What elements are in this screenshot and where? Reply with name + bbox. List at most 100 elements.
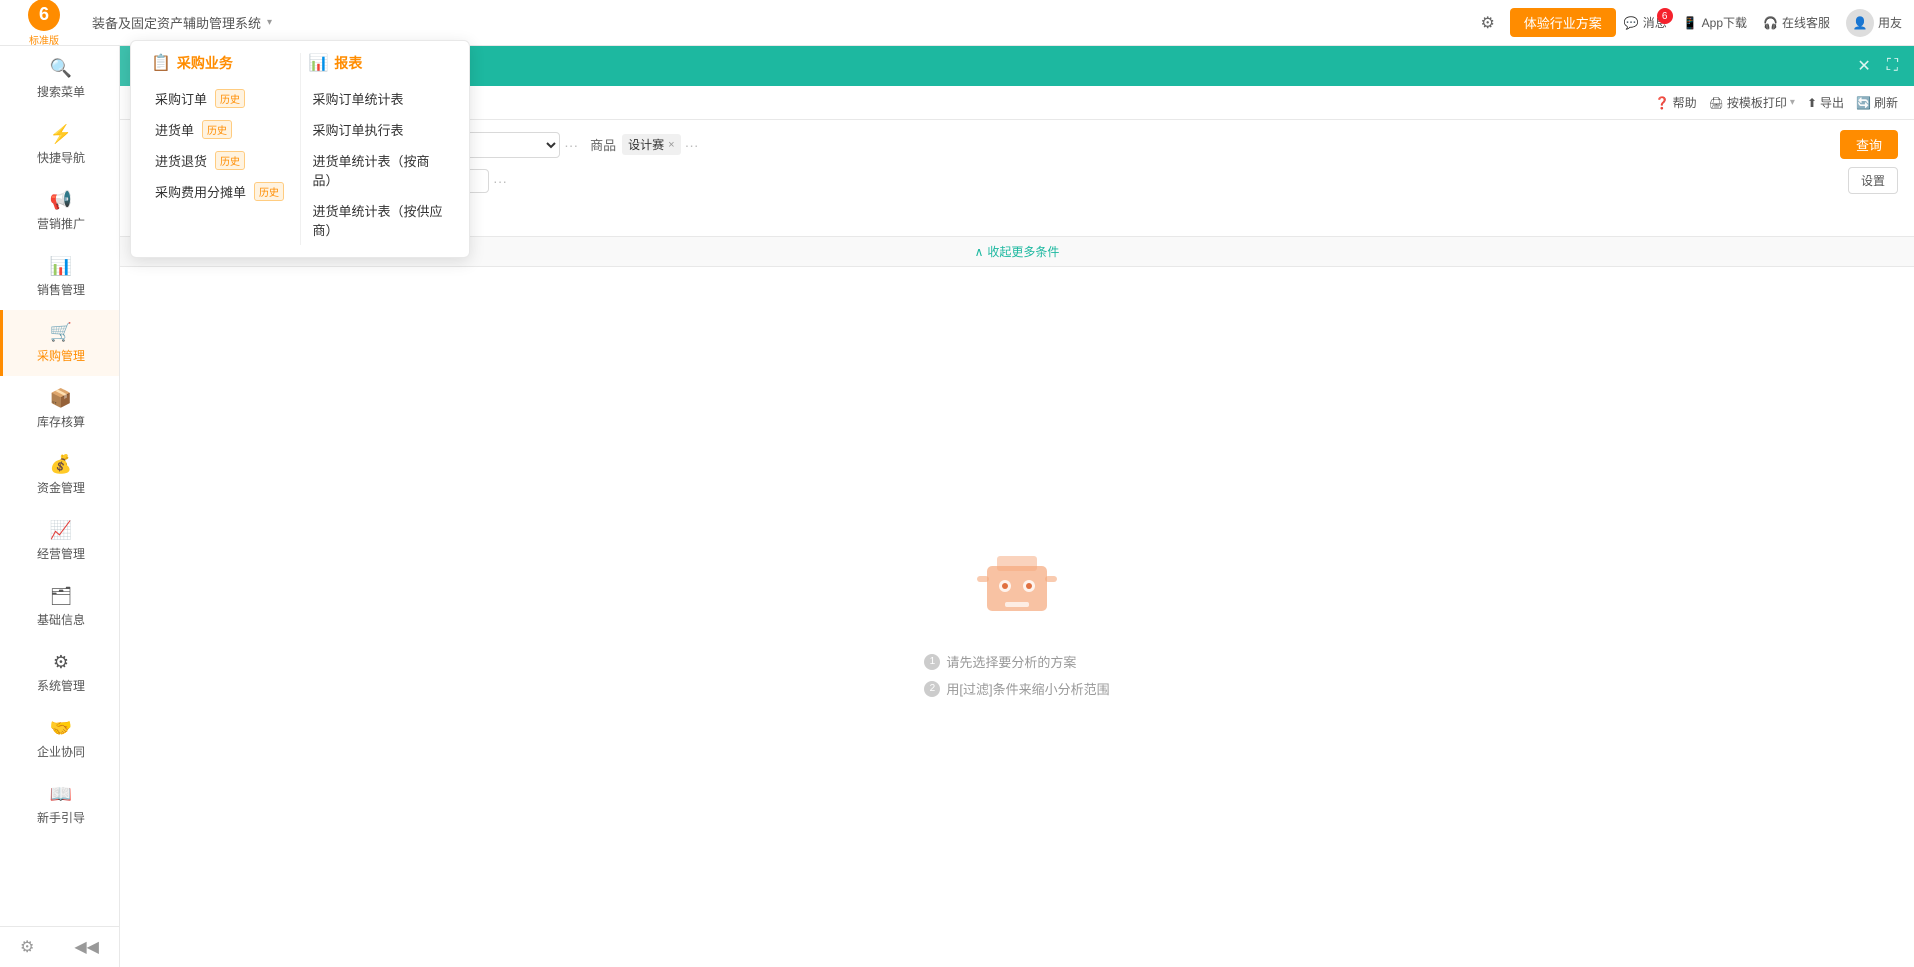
export-icon: ⬆ (1807, 96, 1817, 110)
dropdown-item-purchase-order[interactable]: 采购订单 历史 (151, 83, 292, 114)
sidebar-label-basic-info: 基础信息 (37, 611, 85, 628)
sidebar-label-inventory: 库存核算 (37, 413, 85, 430)
message-icon: 💬 (1624, 16, 1639, 30)
export-btn[interactable]: ⬆ 导出 (1807, 94, 1844, 111)
refresh-icon: 🔄 (1856, 96, 1871, 110)
industry-button[interactable]: 体验行业方案 (1510, 8, 1616, 37)
message-badge: 6 (1657, 8, 1673, 24)
sidebar-item-sales[interactable]: 📊 销售管理 (0, 244, 119, 310)
empty-tip-1-text: 请先选择要分析的方案 (946, 652, 1076, 671)
sidebar-label-marketing: 营销推广 (37, 215, 85, 232)
sidebar-bottom: ⚙ ◀◀ (0, 926, 119, 967)
dropdown-item-purchase-stats[interactable]: 采购订单统计表 (309, 83, 450, 114)
inventory-icon: 📦 (50, 388, 72, 409)
hist-tag-3: 历史 (215, 151, 245, 170)
empty-area: 1 请先选择要分析的方案 2 用[过滤]条件来缩小分析范围 (120, 267, 1914, 967)
dropdown-item-expense-split-label: 采购费用分摊单 (155, 182, 246, 201)
capital-icon: 💰 (50, 454, 72, 475)
dropdown-item-goods-receive[interactable]: 进货单 历史 (151, 114, 292, 145)
help-icon: ❓ (1655, 96, 1670, 110)
sidebar-item-operation[interactable]: 📈 经营管理 (0, 508, 119, 574)
sidebar-collapse-btn[interactable]: ◀◀ (74, 937, 99, 957)
goods-label: 商品 (590, 135, 616, 154)
dropdown-item-goods-stats-supplier-label: 进货单统计表（按供应商） (313, 201, 446, 239)
sidebar-item-enterprise[interactable]: 🤝 企业协同 (0, 706, 119, 772)
dropdown-item-goods-return[interactable]: 进货退货 历史 (151, 145, 292, 176)
enterprise-icon: 🤝 (50, 718, 72, 739)
goods-filter-field: 商品 设计赛 × ··· (590, 134, 710, 155)
sidebar-item-basic-info[interactable]: 🗂 基础信息 (0, 574, 119, 640)
dropdown-item-goods-stats-supplier[interactable]: 进货单统计表（按供应商） (309, 195, 450, 245)
system-dropdown-arrow[interactable]: ▾ (267, 17, 272, 28)
sidebar-item-quick-nav[interactable]: ⚡ 快捷导航 (0, 112, 119, 178)
dropdown-report-title-text: 报表 (334, 53, 362, 73)
step-2-num: 2 (924, 681, 940, 697)
tab-close-window-btn[interactable]: ✕ (1853, 52, 1874, 80)
tab-expand-btn[interactable]: ⛶ (1883, 53, 1902, 79)
dropdown-item-goods-return-label: 进货退货 (155, 151, 207, 170)
sidebar-label-enterprise: 企业协同 (37, 743, 85, 760)
topbar-right: 💬 消息 6 📱 App下载 🎧 在线客服 👤 用友 (1624, 9, 1902, 37)
user-info-btn[interactable]: 👤 用友 (1846, 9, 1902, 37)
sidebar-label-sales: 销售管理 (37, 281, 85, 298)
settings-icon-btn[interactable]: ⚙ (1474, 9, 1502, 37)
dropdown-item-purchase-stats-label: 采购订单统计表 (313, 89, 404, 108)
dropdown-item-purchase-exec[interactable]: 采购订单执行表 (309, 114, 450, 145)
sidebar-item-system[interactable]: ⚙ 系统管理 (0, 640, 119, 706)
dropdown-purchase-title-text: 采购业务 (177, 53, 233, 73)
search-icon: 🔍 (50, 58, 72, 79)
hist-tag-2: 历史 (202, 120, 232, 139)
guide-icon: 📖 (50, 784, 72, 805)
goods-more-btn[interactable]: ··· (685, 137, 699, 153)
system-title-text: 装备及固定资产辅助管理系统 (92, 13, 261, 32)
dropdown-col-report-title: 📊 报表 (309, 53, 450, 73)
set-button[interactable]: 设置 (1848, 167, 1898, 194)
dropdown-item-expense-split[interactable]: 采购费用分摊单 历史 (151, 176, 292, 207)
online-service-btn[interactable]: 🎧 在线客服 (1763, 14, 1830, 31)
user-label: 用友 (1878, 14, 1902, 31)
headset-icon: 🎧 (1763, 16, 1778, 30)
sidebar-item-capital[interactable]: 💰 资金管理 (0, 442, 119, 508)
report-col-icon: 📊 (309, 53, 329, 73)
dropdown-item-goods-stats-product[interactable]: 进货单统计表（按商品） (309, 145, 450, 195)
basic-info-icon: 🗂 (50, 586, 73, 607)
dropdown-item-purchase-order-label: 采购订单 (155, 89, 207, 108)
empty-tip-2: 2 用[过滤]条件来缩小分析范围 (924, 679, 1109, 698)
sidebar-item-inventory[interactable]: 📦 库存核算 (0, 376, 119, 442)
doc-status-more-btn[interactable]: ··· (564, 137, 578, 153)
app-download-label: App下载 (1702, 14, 1747, 31)
sidebar-label-system: 系统管理 (37, 677, 85, 694)
operation-icon: 📈 (50, 520, 72, 541)
goods-tag-close[interactable]: × (668, 139, 674, 151)
sidebar-item-purchase[interactable]: 🛒 采购管理 (0, 310, 119, 376)
query-button[interactable]: 查询 (1840, 130, 1898, 159)
export-label: 导出 (1820, 94, 1844, 111)
sales-icon: 📊 (50, 256, 72, 277)
help-label: 帮助 (1673, 94, 1697, 111)
refresh-btn[interactable]: 🔄 刷新 (1856, 94, 1898, 111)
goods-tag-text: 设计赛 (628, 136, 664, 153)
system-title: 装备及固定资产辅助管理系统 ▾ (92, 13, 1466, 32)
app-download-btn[interactable]: 📱 App下载 (1683, 14, 1747, 31)
help-btn[interactable]: ❓ 帮助 (1655, 94, 1697, 111)
purchase-dropdown-menu: 📋 采购业务 采购订单 历史 进货单 历史 进货退货 历史 采购费用分摊单 历史… (130, 40, 470, 258)
sidebar-label-guide: 新手引导 (37, 809, 85, 826)
purchase-icon: 🛒 (50, 322, 72, 343)
marketing-icon: 📢 (50, 190, 72, 211)
refresh-label: 刷新 (1874, 94, 1898, 111)
sidebar-item-search[interactable]: 🔍 搜索菜单 (0, 46, 119, 112)
message-btn[interactable]: 💬 消息 6 (1624, 14, 1667, 31)
print-btn[interactable]: 🖨 按模板打印 ▾ (1709, 94, 1795, 111)
dropdown-col-report: 📊 报表 采购订单统计表 采购订单执行表 进货单统计表（按商品） 进货单统计表（… (301, 53, 458, 245)
sidebar-label-operation: 经营管理 (37, 545, 85, 562)
sidebar-settings-btn[interactable]: ⚙ (20, 937, 34, 957)
hist-tag-4: 历史 (254, 182, 284, 201)
logo-icon: 6 (28, 0, 60, 31)
doc-status-select[interactable] (460, 132, 560, 158)
dropdown-item-purchase-exec-label: 采购订单执行表 (313, 120, 404, 139)
sidebar-item-guide[interactable]: 📖 新手引导 (0, 772, 119, 838)
print-dropdown-arrow[interactable]: ▾ (1790, 97, 1795, 108)
salesman-more-btn[interactable]: ··· (493, 173, 507, 189)
sidebar-item-marketing[interactable]: 📢 营销推广 (0, 178, 119, 244)
user-avatar: 👤 (1846, 9, 1874, 37)
